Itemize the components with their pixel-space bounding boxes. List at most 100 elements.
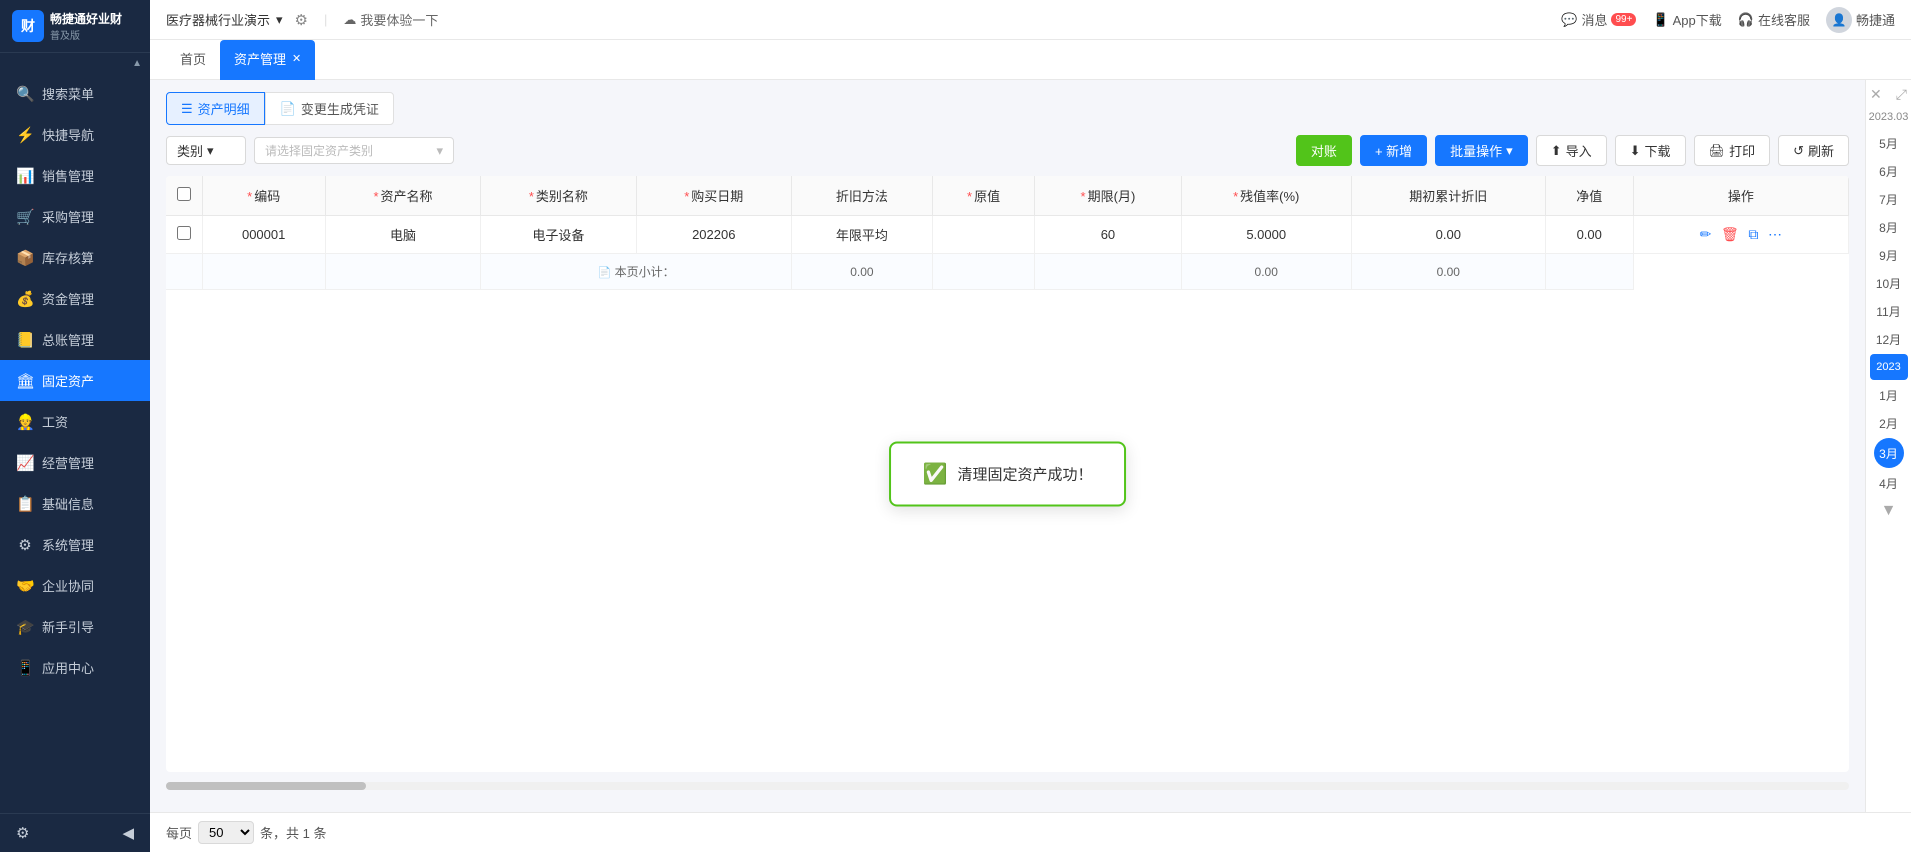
content-main: ☰ 资产明细 📄 变更生成凭证 类别 ▾ 请选择固定资产类别 bbox=[150, 80, 1865, 812]
sidebar-item-payroll[interactable]: 👷 工资 bbox=[0, 401, 150, 442]
edit-btn[interactable]: ✏ bbox=[1700, 226, 1712, 242]
row-checkbox[interactable] bbox=[177, 226, 191, 240]
sidebar-item-ledger[interactable]: 📒 总账管理 bbox=[0, 319, 150, 360]
td-subtotal-label: 📄 本页小计： bbox=[481, 254, 792, 290]
rs-month-9[interactable]: 9月 bbox=[1871, 242, 1907, 268]
change-voucher-icon: 📄 bbox=[280, 101, 296, 117]
base-info-icon: 📋 bbox=[16, 495, 34, 513]
sidebar-item-search[interactable]: 🔍 搜索菜单 bbox=[0, 73, 150, 114]
cloud-icon: ☁ bbox=[343, 12, 356, 28]
rs-month-5[interactable]: 5月 bbox=[1871, 130, 1907, 156]
rs-month-6[interactable]: 6月 bbox=[1871, 158, 1907, 184]
rs-close-btn[interactable]: ✕ bbox=[1870, 86, 1882, 103]
messages-btn[interactable]: 💬 消息 99+ bbox=[1561, 10, 1636, 29]
rs-year-header[interactable]: 2023.03 bbox=[1867, 107, 1911, 127]
rs-month-10[interactable]: 10月 bbox=[1871, 270, 1907, 296]
td-subtotal-empty2 bbox=[202, 254, 325, 290]
sidebar-item-label: 固定资产 bbox=[42, 371, 94, 390]
sidebar-item-inventory[interactable]: 📦 库存核算 bbox=[0, 237, 150, 278]
sidebar-item-label: 企业协同 bbox=[42, 576, 94, 595]
sidebar-item-system[interactable]: ⚙ 系统管理 bbox=[0, 524, 150, 565]
rs-month-1[interactable]: 1月 bbox=[1871, 382, 1907, 408]
sidebar-item-quick-nav[interactable]: ⚡ 快捷导航 bbox=[0, 114, 150, 155]
sales-icon: 📊 bbox=[16, 167, 34, 185]
success-toast: ✅ 清理固定资产成功！ bbox=[889, 442, 1127, 507]
company-selector[interactable]: 医疗器械行业演示 ▾ bbox=[166, 10, 283, 29]
per-page-select[interactable]: 50 20 100 bbox=[198, 821, 254, 844]
tab-close-icon[interactable]: ✕ bbox=[292, 52, 301, 65]
toast-success-icon: ✅ bbox=[923, 462, 948, 487]
td-purchase-date: 202206 bbox=[636, 216, 791, 254]
sidebar-item-label: 搜索菜单 bbox=[42, 84, 94, 103]
more-btn[interactable]: ⋯ bbox=[1768, 226, 1782, 242]
collab-icon: 🤝 bbox=[16, 577, 34, 595]
copy-btn[interactable]: ⧉ bbox=[1748, 226, 1758, 242]
sidebar-item-label: 资金管理 bbox=[42, 289, 94, 308]
sidebar-item-guide[interactable]: 🎓 新手引导 bbox=[0, 606, 150, 647]
batch-ops-button[interactable]: 批量操作 ▾ bbox=[1435, 135, 1528, 166]
online-service-btn[interactable]: 🎧 在线客服 bbox=[1738, 10, 1810, 29]
collapse-sidebar-icon[interactable]: ◀ bbox=[122, 824, 134, 842]
rs-down-arrow[interactable]: ▼ bbox=[1871, 498, 1907, 524]
settings-icon[interactable]: ⚙ bbox=[16, 824, 29, 842]
select-all-checkbox[interactable] bbox=[177, 187, 191, 201]
refresh-label: 刷新 bbox=[1808, 141, 1834, 160]
app-download-btn[interactable]: 📱 App下载 bbox=[1652, 10, 1721, 29]
rs-month-3-current[interactable]: 3月 bbox=[1874, 438, 1904, 468]
toolbar: 类别 ▾ 请选择固定资产类别 ▾ 对账 + 新增 批量操作 ▾ bbox=[166, 135, 1849, 166]
collapse-icon[interactable]: ▲ bbox=[132, 58, 142, 69]
sidebar-item-fixed-assets[interactable]: 🏛 固定资产 bbox=[0, 360, 150, 401]
sidebar-item-base-info[interactable]: 📋 基础信息 bbox=[0, 483, 150, 524]
rs-month-7[interactable]: 7月 bbox=[1871, 186, 1907, 212]
sidebar-item-sales[interactable]: 📊 销售管理 bbox=[0, 155, 150, 196]
horizontal-scrollbar[interactable] bbox=[166, 772, 1849, 800]
table-header-row: *编码 *资产名称 *类别名称 *购买日期 折旧方法 *原值 *期限(月) *残… bbox=[166, 176, 1849, 216]
new-button[interactable]: + 新增 bbox=[1360, 135, 1427, 166]
sidebar-item-purchase[interactable]: 🛒 采购管理 bbox=[0, 196, 150, 237]
import-button[interactable]: ⬆ 导入 bbox=[1536, 135, 1607, 166]
rs-month-11[interactable]: 11月 bbox=[1871, 298, 1907, 324]
rs-month-12[interactable]: 12月 bbox=[1871, 326, 1907, 352]
sidebar-item-label: 新手引导 bbox=[42, 617, 94, 636]
sidebar-item-label: 工资 bbox=[42, 412, 68, 431]
batch-ops-label: 批量操作 bbox=[1450, 141, 1502, 160]
import-icon: ⬆ bbox=[1551, 143, 1562, 159]
sidebar-item-app-center[interactable]: 📱 应用中心 bbox=[0, 647, 150, 688]
sidebar-item-collab[interactable]: 🤝 企业协同 bbox=[0, 565, 150, 606]
sidebar-item-funds[interactable]: 💰 资金管理 bbox=[0, 278, 150, 319]
th-depreciation-method: 折旧方法 bbox=[791, 176, 932, 216]
delete-btn[interactable]: 🗑 bbox=[1721, 226, 1739, 242]
sidebar-item-operations[interactable]: 📈 经营管理 bbox=[0, 442, 150, 483]
reconcile-label: 对账 bbox=[1311, 141, 1337, 160]
td-subtotal-empty5 bbox=[1035, 254, 1182, 290]
import-label: 导入 bbox=[1566, 141, 1592, 160]
rs-top-controls: ✕ ⤢ bbox=[1866, 86, 1911, 107]
th-name: *资产名称 bbox=[325, 176, 480, 216]
th-original-value: *原值 bbox=[932, 176, 1034, 216]
scrollbar-thumb[interactable] bbox=[166, 782, 366, 790]
sub-tab-change-voucher[interactable]: 📄 变更生成凭证 bbox=[265, 92, 394, 125]
td-depreciation-method: 年限平均 bbox=[791, 216, 932, 254]
tab-asset-mgmt[interactable]: 资产管理 ✕ bbox=[220, 40, 315, 80]
sidebar-item-label: 应用中心 bbox=[42, 658, 94, 677]
dropdown-arrow-icon: ▾ bbox=[436, 143, 443, 159]
settings-gear-icon[interactable]: ⚙ bbox=[295, 11, 308, 29]
rs-year-2023[interactable]: 2023 bbox=[1870, 354, 1908, 380]
rs-month-8[interactable]: 8月 bbox=[1871, 214, 1907, 240]
td-net-value: 0.00 bbox=[1545, 216, 1633, 254]
sidebar-item-label: 快捷导航 bbox=[42, 125, 94, 144]
download-button[interactable]: ⬇ 下载 bbox=[1615, 135, 1686, 166]
sub-tab-asset-detail[interactable]: ☰ 资产明细 bbox=[166, 92, 265, 125]
rs-month-2[interactable]: 2月 bbox=[1871, 410, 1907, 436]
category-input[interactable]: 请选择固定资产类别 ▾ bbox=[254, 137, 454, 164]
user-profile[interactable]: 👤 畅捷通 bbox=[1826, 7, 1895, 33]
reconcile-button[interactable]: 对账 bbox=[1296, 135, 1352, 166]
category-filter[interactable]: 类别 ▾ bbox=[166, 136, 246, 165]
rs-expand-btn[interactable]: ⤢ bbox=[1896, 86, 1907, 107]
rs-month-4[interactable]: 4月 bbox=[1871, 470, 1907, 496]
experience-btn[interactable]: ☁ 我要体验一下 bbox=[343, 10, 438, 29]
refresh-button[interactable]: ↺ 刷新 bbox=[1778, 135, 1849, 166]
tab-home[interactable]: 首页 bbox=[166, 40, 220, 80]
sidebar-collapse: ▲ bbox=[0, 53, 150, 73]
print-button[interactable]: 🖨 打印 bbox=[1694, 135, 1771, 166]
